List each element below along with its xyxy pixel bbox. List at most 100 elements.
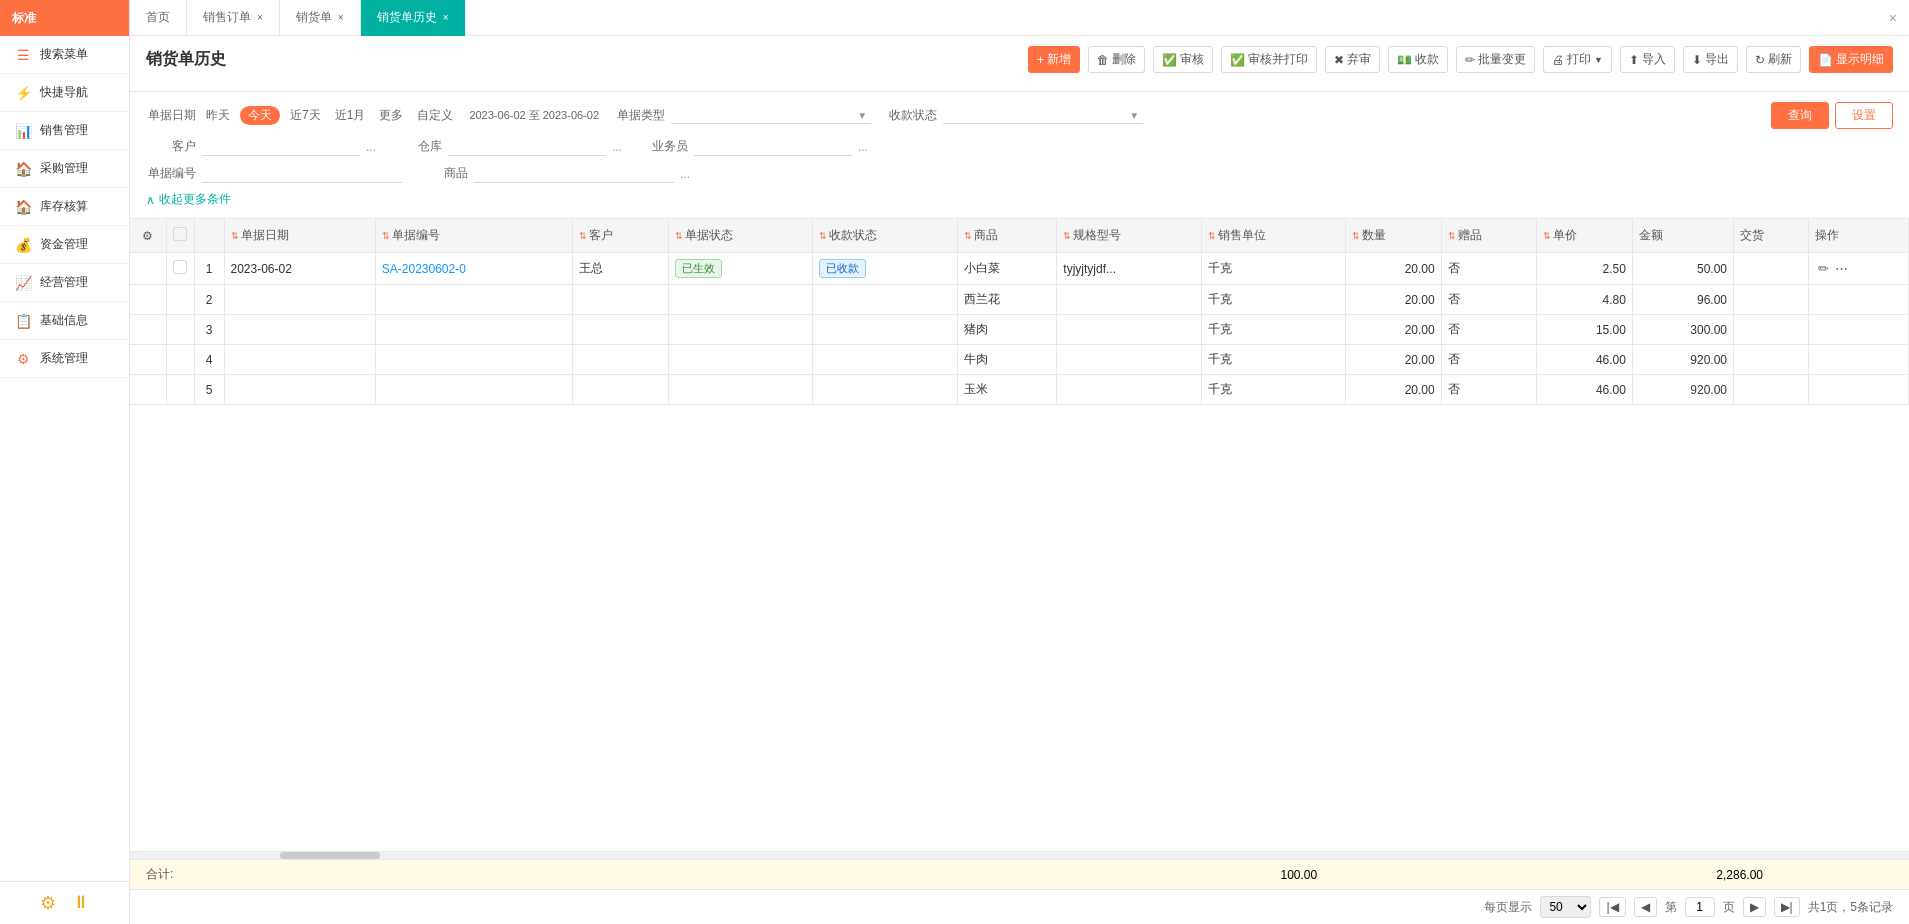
- action-more-icon[interactable]: ⋯: [1832, 261, 1851, 276]
- goods-more-icon[interactable]: ...: [680, 167, 690, 181]
- page-label-post: 页: [1723, 899, 1735, 916]
- footer-total-amount: 2,286.00: [1716, 868, 1893, 882]
- sidebar-item-label: 库存核算: [40, 198, 88, 215]
- page-header: 销货单历史 + 新增 🗑 删除 ✅ 审核 ✅: [130, 36, 1909, 92]
- sort-goods-icon: ⇅: [964, 231, 972, 241]
- print-button[interactable]: 🖨 打印 ▼: [1543, 46, 1612, 73]
- sidebar: 标准 ☰ 搜索菜单 ⚡ 快捷导航 📊 销售管理 🏠 采购管理 🏠 库存核算 💰 …: [0, 0, 130, 924]
- warehouse-input[interactable]: [448, 137, 606, 156]
- th-doc-status[interactable]: ⇅单据状态: [668, 219, 812, 253]
- collapse-filter-button[interactable]: ∧ 收起更多条件: [146, 191, 1893, 208]
- tab-close-sales-delivery[interactable]: ×: [338, 12, 344, 23]
- th-collect-status[interactable]: ⇅收款状态: [813, 219, 957, 253]
- th-spec[interactable]: ⇅规格型号: [1057, 219, 1201, 253]
- staff-more-icon[interactable]: ...: [858, 140, 868, 154]
- tab-close-sales-history[interactable]: ×: [443, 12, 449, 23]
- doc-no-input[interactable]: [202, 164, 402, 183]
- add-button[interactable]: + 新增: [1028, 46, 1080, 73]
- th-date[interactable]: ⇅单据日期: [224, 219, 375, 253]
- page-prev-button[interactable]: ◀: [1634, 897, 1657, 917]
- sidebar-item-sys-mgmt[interactable]: ⚙ 系统管理: [0, 340, 129, 378]
- select-all-checkbox[interactable]: [173, 227, 187, 241]
- per-page-select[interactable]: 50 100 200: [1540, 896, 1591, 918]
- sidebar-item-operations[interactable]: 📈 经营管理: [0, 264, 129, 302]
- action-edit-icon[interactable]: ✏: [1815, 261, 1832, 276]
- sidebar-item-sales-mgmt[interactable]: 📊 销售管理: [0, 112, 129, 150]
- th-unit[interactable]: ⇅销售单位: [1201, 219, 1345, 253]
- td-price: 2.50: [1537, 253, 1633, 285]
- th-doc-no[interactable]: ⇅单据编号: [375, 219, 572, 253]
- tab-sales-delivery[interactable]: 销货单 ×: [280, 0, 361, 36]
- td-action: [1809, 285, 1909, 315]
- table-row: 1 2023-06-02 SA-20230602-0 王总 已生效 已收款 小白…: [130, 253, 1909, 285]
- table-settings-icon[interactable]: ⚙: [142, 229, 153, 243]
- date-shortcut-today[interactable]: 今天: [240, 106, 280, 125]
- th-settings[interactable]: ⚙: [130, 219, 166, 253]
- td-doc-no: SA-20230602-0: [375, 253, 572, 285]
- th-goods[interactable]: ⇅商品: [957, 219, 1057, 253]
- page-last-button[interactable]: ▶|: [1774, 897, 1800, 917]
- doc-no-label: 单据编号: [146, 165, 196, 182]
- date-shortcut-1month[interactable]: 近1月: [331, 106, 370, 125]
- batch-change-button[interactable]: ✏ 批量变更: [1456, 46, 1535, 73]
- td-goods: 西兰花: [957, 285, 1057, 315]
- collect-status-select[interactable]: ▼: [943, 108, 1143, 124]
- goods-input[interactable]: [474, 164, 674, 183]
- refresh-button[interactable]: ↻ 刷新: [1746, 46, 1801, 73]
- th-gift[interactable]: ⇅赠品: [1441, 219, 1537, 253]
- tab-home[interactable]: 首页: [130, 0, 187, 36]
- show-detail-button[interactable]: 📄 显示明细: [1809, 46, 1893, 73]
- pause-icon[interactable]: ⏸: [72, 892, 90, 914]
- filter-date: 单据日期 昨天 今天 近7天 近1月 更多 自定义 2023-06-02 至 2…: [146, 106, 599, 125]
- collect-button[interactable]: 💵 收款: [1388, 46, 1448, 73]
- horizontal-scrollbar[interactable]: [130, 851, 1909, 859]
- th-qty[interactable]: ⇅数量: [1346, 219, 1442, 253]
- filter-goods: 商品 ...: [418, 164, 690, 183]
- warehouse-more-icon[interactable]: ...: [612, 140, 622, 154]
- sidebar-item-search-menu[interactable]: ☰ 搜索菜单: [0, 36, 129, 74]
- footer-label: 合计:: [146, 866, 173, 883]
- date-shortcut-yesterday[interactable]: 昨天: [202, 106, 234, 125]
- td-spec: [1057, 315, 1201, 345]
- settings-button[interactable]: 设置: [1835, 102, 1893, 129]
- row-checkbox[interactable]: [173, 260, 187, 274]
- sidebar-item-basic-info[interactable]: 📋 基础信息: [0, 302, 129, 340]
- page-next-button[interactable]: ▶: [1743, 897, 1766, 917]
- sidebar-item-inventory[interactable]: 🏠 库存核算: [0, 188, 129, 226]
- sort-customer-icon: ⇅: [579, 231, 587, 241]
- sidebar-item-purchase-mgmt[interactable]: 🏠 采购管理: [0, 150, 129, 188]
- sidebar-item-finance[interactable]: 💰 资金管理: [0, 226, 129, 264]
- tab-sales-history[interactable]: 销货单历史 ×: [361, 0, 466, 36]
- sidebar-item-quick-nav[interactable]: ⚡ 快捷导航: [0, 74, 129, 112]
- td-row-num: 4: [194, 345, 224, 375]
- th-price[interactable]: ⇅单价: [1537, 219, 1633, 253]
- delete-button[interactable]: 🗑 删除: [1088, 46, 1145, 73]
- customer-more-icon[interactable]: ...: [366, 140, 376, 154]
- td-price: 15.00: [1537, 315, 1633, 345]
- page-number-input[interactable]: [1685, 897, 1715, 917]
- tab-sales-order[interactable]: 销售订单 ×: [187, 0, 280, 36]
- audit-button[interactable]: ✅ 审核: [1153, 46, 1213, 73]
- page-first-button[interactable]: |◀: [1599, 897, 1625, 917]
- tab-bar-close[interactable]: ×: [1889, 10, 1909, 26]
- date-shortcut-7days[interactable]: 近7天: [286, 106, 325, 125]
- td-row-num: 1: [194, 253, 224, 285]
- audit-print-button[interactable]: ✅ 审核并打印: [1221, 46, 1317, 73]
- import-button[interactable]: ⬆ 导入: [1620, 46, 1675, 73]
- abandon-button[interactable]: ✖ 弃审: [1325, 46, 1380, 73]
- tab-close-sales-order[interactable]: ×: [257, 12, 263, 23]
- doc-type-select[interactable]: ▼: [671, 108, 871, 124]
- date-shortcut-custom[interactable]: 自定义: [413, 106, 457, 125]
- customer-input[interactable]: [202, 137, 360, 156]
- scrollbar-thumb[interactable]: [280, 852, 380, 859]
- doc-no-link[interactable]: SA-20230602-0: [382, 262, 466, 276]
- td-customer: [573, 285, 669, 315]
- export-button[interactable]: ⬇ 导出: [1683, 46, 1738, 73]
- date-shortcut-more[interactable]: 更多: [375, 106, 407, 125]
- query-button[interactable]: 查询: [1771, 102, 1829, 129]
- td-doc-status: [668, 285, 812, 315]
- staff-input[interactable]: [694, 137, 852, 156]
- th-customer[interactable]: ⇅客户: [573, 219, 669, 253]
- settings-bottom-icon[interactable]: ⚙: [40, 892, 56, 914]
- total-records-label: 共1页，5条记录: [1808, 899, 1893, 916]
